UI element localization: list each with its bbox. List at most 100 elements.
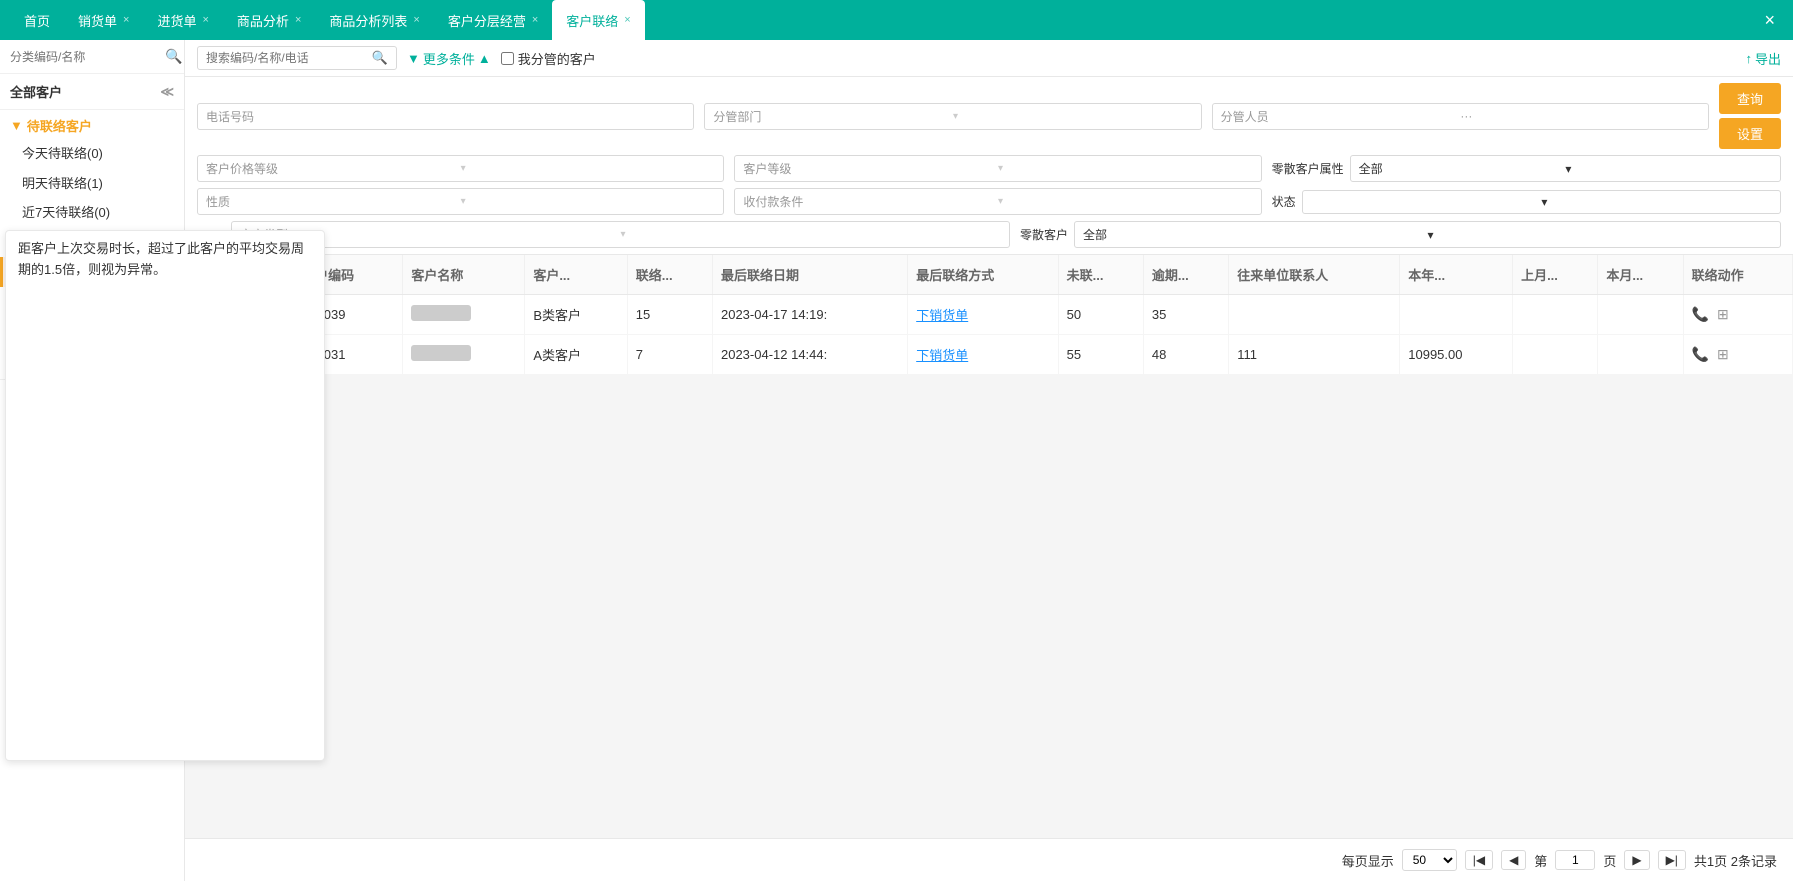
- page-input[interactable]: [1555, 850, 1595, 870]
- th-overdue: 逾期...: [1143, 255, 1228, 295]
- export-icon: ↑: [1745, 51, 1752, 66]
- row2-contact-icon[interactable]: 📞: [1692, 346, 1709, 363]
- row2-action-buttons: 📞 ⊞: [1692, 346, 1784, 363]
- filter-icon: ▼: [407, 51, 420, 66]
- row1-uncontacted: 50: [1058, 295, 1143, 335]
- sidebar-collapse-icon[interactable]: ≪: [160, 84, 174, 100]
- price-level-dropdown-icon: ▾: [461, 163, 716, 174]
- phone-field[interactable]: 电话号码: [197, 103, 694, 130]
- main-search-input[interactable]: [206, 51, 372, 65]
- manager-more-icon[interactable]: ···: [1456, 109, 1700, 123]
- row1-this-month: [1598, 295, 1683, 335]
- status-select[interactable]: ▾: [1302, 190, 1781, 214]
- sidebar-today-pending[interactable]: 今天待联络(0): [0, 139, 184, 169]
- page-size-select[interactable]: 50 20 100: [1402, 849, 1457, 871]
- row2-more-icon[interactable]: ⊞: [1717, 346, 1729, 363]
- action-buttons: 查询 设置: [1719, 83, 1781, 149]
- row2-name-blur: [411, 345, 471, 361]
- th-contact: 联络...: [627, 255, 712, 295]
- gender-field[interactable]: 性质 ▾: [197, 188, 724, 215]
- nav-analysis-list[interactable]: 商品分析列表 ×: [315, 0, 433, 40]
- adv-filter-row4: ··· 客户类型 ▾ 零散客户 全部 ▾: [197, 221, 1781, 248]
- sidebar-search-icon[interactable]: 🔍: [165, 48, 182, 65]
- retail-customer-select[interactable]: 全部 ▾: [1074, 221, 1781, 248]
- customer-type-field[interactable]: 客户类型 ▾: [231, 221, 1010, 248]
- th-uncontacted: 未联...: [1058, 255, 1143, 295]
- sidebar-tomorrow-pending[interactable]: 明天待联络(1): [0, 169, 184, 199]
- manager-field[interactable]: 分管人员 ···: [1212, 103, 1709, 130]
- last-page-btn[interactable]: ▶|: [1658, 850, 1686, 870]
- price-level-field[interactable]: 客户价格等级 ▾: [197, 155, 724, 182]
- nav-customer-tier[interactable]: 客户分层经营 ×: [434, 0, 552, 40]
- retail-attr-field: 零散客户属性 全部 ▾: [1272, 155, 1781, 182]
- row1-actions: 📞 ⊞: [1683, 295, 1792, 335]
- close-purchase-icon[interactable]: ×: [202, 14, 208, 26]
- row1-more-icon[interactable]: ⊞: [1717, 306, 1729, 323]
- close-analysis-list-icon[interactable]: ×: [413, 14, 419, 26]
- pending-contact-group[interactable]: ▼ 待联络客户: [0, 110, 184, 139]
- th-contact-person: 往来单位联系人: [1229, 255, 1400, 295]
- row1-name-blur: [411, 305, 471, 321]
- retail-attr-select[interactable]: 全部 ▾: [1350, 155, 1781, 182]
- table-area: ⚙ 客户编码 客户名称 客户...: [185, 255, 1793, 838]
- sidebar-7day-pending[interactable]: 近7天待联络(0): [0, 198, 184, 228]
- row2-uncontacted: 55: [1058, 335, 1143, 375]
- query-btn[interactable]: 查询: [1719, 83, 1781, 114]
- row2-last-month: [1513, 335, 1598, 375]
- chevron-up-icon: ▲: [478, 51, 491, 66]
- close-customer-contact-icon[interactable]: ×: [624, 14, 630, 26]
- dept-field[interactable]: 分管部门 ▾: [704, 103, 1201, 130]
- retail-attr-dropdown-icon: ▾: [1565, 162, 1772, 176]
- row1-action-buttons: 📞 ⊞: [1692, 306, 1784, 323]
- row1-contact-icon[interactable]: 📞: [1692, 306, 1709, 323]
- customer-level-dropdown-icon: ▾: [998, 163, 1253, 174]
- close-customer-tier-icon[interactable]: ×: [532, 14, 538, 26]
- nav-sales[interactable]: 销货单 ×: [64, 0, 143, 40]
- sidebar-search-area: 🔍: [0, 40, 184, 74]
- row2-last-method[interactable]: 下销货单: [908, 335, 1058, 375]
- row1-name: [403, 295, 525, 335]
- nav-home[interactable]: 首页: [10, 0, 64, 40]
- row1-this-year: [1400, 295, 1513, 335]
- top-nav: 首页 销货单 × 进货单 × 商品分析 × 商品分析列表 × 客户分层经营 × …: [0, 0, 1793, 40]
- my-customer-checkbox[interactable]: [501, 52, 514, 65]
- customer-level-field[interactable]: 客户等级 ▾: [734, 155, 1261, 182]
- nav-customer-contact[interactable]: 客户联络 ×: [552, 0, 644, 40]
- retail-customer-field: 零散客户 全部 ▾: [1020, 221, 1781, 248]
- pagination: 每页显示 50 20 100 |◀ ◀ 第 页 ▶ ▶| 共1页 2条记录: [185, 838, 1793, 881]
- row1-last-method[interactable]: 下销货单: [908, 295, 1058, 335]
- main-search-icon[interactable]: 🔍: [372, 50, 388, 66]
- close-sales-icon[interactable]: ×: [123, 14, 129, 26]
- adv-filter-area: 电话号码 分管部门 ▾ 分管人员 ··· 查询 设置 客户价格等级: [185, 77, 1793, 255]
- row2-contact: 7: [627, 335, 712, 375]
- first-page-btn[interactable]: |◀: [1465, 850, 1493, 870]
- th-this-month: 本月...: [1598, 255, 1683, 295]
- row2-this-year: 10995.00: [1400, 335, 1513, 375]
- export-btn[interactable]: ↑ 导出: [1745, 49, 1781, 68]
- row2-actions: 📞 ⊞: [1683, 335, 1792, 375]
- dept-dropdown-icon: ▾: [953, 111, 1193, 122]
- prev-page-btn[interactable]: ◀: [1501, 850, 1526, 870]
- close-window-icon[interactable]: ×: [1756, 10, 1783, 31]
- retail-customer-dropdown-icon: ▾: [1428, 228, 1773, 242]
- nav-analysis[interactable]: 商品分析 ×: [223, 0, 315, 40]
- th-type: 客户...: [525, 255, 627, 295]
- row1-contact: 15: [627, 295, 712, 335]
- adv-filter-row2: 客户价格等级 ▾ 客户等级 ▾ 零散客户属性 全部 ▾: [197, 155, 1781, 182]
- row1-last-date: 2023-04-17 14:19:: [712, 295, 907, 335]
- setting-btn[interactable]: 设置: [1719, 118, 1781, 149]
- th-action: 联络动作: [1683, 255, 1792, 295]
- table-row: 1 000039 B类客户 15: [185, 295, 1793, 335]
- more-conditions-btn[interactable]: ▼ 更多条件 ▲: [407, 49, 491, 68]
- arrow-down-icon: ▼: [10, 118, 23, 133]
- close-analysis-icon[interactable]: ×: [295, 14, 301, 26]
- payment-field[interactable]: 收付款条件 ▾: [734, 188, 1261, 215]
- filter-bar-top: 🔍 ▼ 更多条件 ▲ 我分管的客户 ↑ 导出: [185, 40, 1793, 77]
- search-filter: 🔍: [197, 46, 397, 70]
- row2-overdue: 48: [1143, 335, 1228, 375]
- row2-type: A类客户: [525, 335, 627, 375]
- next-page-btn[interactable]: ▶: [1624, 850, 1649, 870]
- nav-purchase[interactable]: 进货单 ×: [143, 0, 222, 40]
- my-customer-checkbox-area[interactable]: 我分管的客户: [501, 49, 596, 68]
- sidebar-search-input[interactable]: [10, 50, 165, 64]
